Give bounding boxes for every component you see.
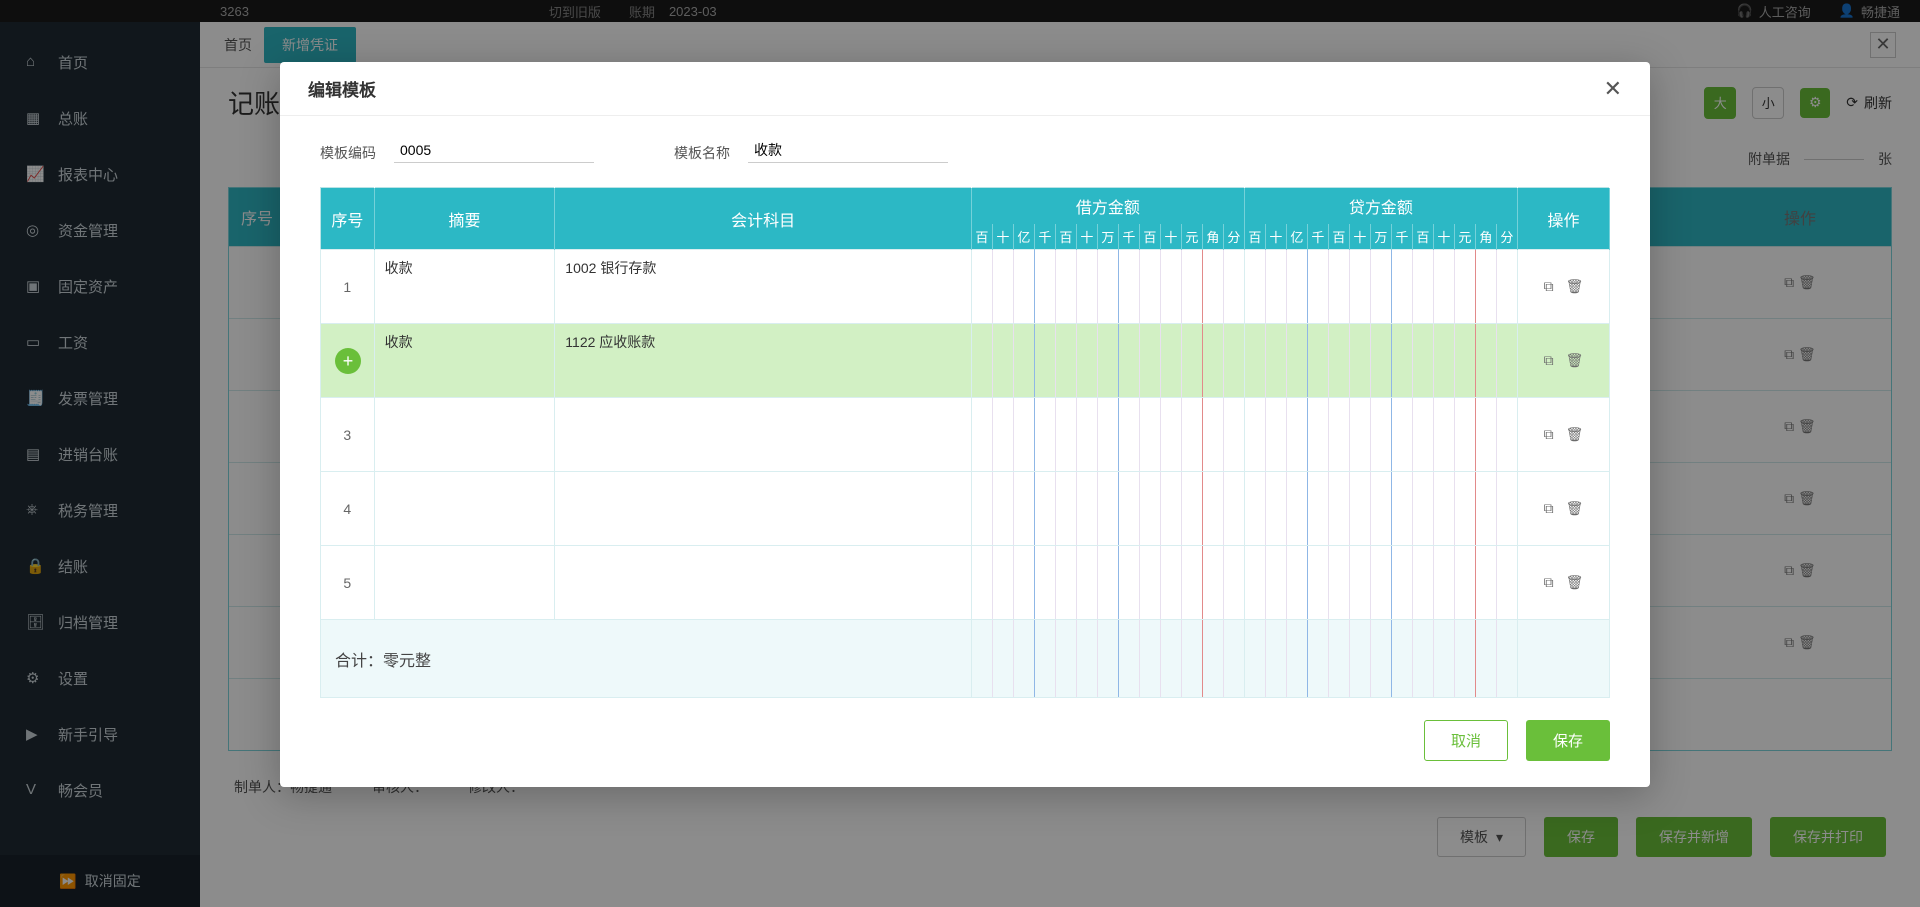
delete-row-icon[interactable]: 🗑 bbox=[1566, 574, 1584, 591]
digit-header: 百 bbox=[971, 224, 992, 250]
digit-header: 千 bbox=[1391, 224, 1412, 250]
copy-row-icon[interactable]: ⧉ bbox=[1544, 426, 1554, 443]
copy-row-icon[interactable]: ⧉ bbox=[1544, 574, 1554, 591]
digit-header: 万 bbox=[1097, 224, 1118, 250]
amount-cell[interactable] bbox=[1244, 398, 1517, 472]
total-label: 合计：零元整 bbox=[321, 620, 972, 698]
digit-header: 元 bbox=[1454, 224, 1475, 250]
digit-header: 千 bbox=[1118, 224, 1139, 250]
delete-row-icon[interactable]: 🗑 bbox=[1566, 426, 1584, 443]
template-form: 模板编码 模板名称 bbox=[320, 138, 1610, 163]
digit-header: 十 bbox=[1076, 224, 1097, 250]
row-index: 1 bbox=[321, 250, 375, 324]
delete-row-icon[interactable]: 🗑 bbox=[1566, 500, 1584, 517]
digit-header: 十 bbox=[1160, 224, 1181, 250]
edit-template-modal: 编辑模板 ✕ 模板编码 模板名称 序号 摘要 会计科目 借方金额 贷方金额 bbox=[280, 62, 1650, 787]
copy-row-icon[interactable]: ⧉ bbox=[1544, 500, 1554, 517]
digit-header: 十 bbox=[992, 224, 1013, 250]
total-row: 合计：零元整 bbox=[321, 620, 1610, 698]
digit-header: 百 bbox=[1328, 224, 1349, 250]
modal-header: 编辑模板 ✕ bbox=[280, 62, 1650, 116]
amount-cell[interactable] bbox=[971, 472, 1244, 546]
amount-cell[interactable] bbox=[1244, 250, 1517, 324]
digit-header: 角 bbox=[1475, 224, 1496, 250]
hdr-credit: 贷方金额 bbox=[1244, 188, 1517, 225]
amount-cell[interactable] bbox=[1244, 620, 1517, 698]
digit-header: 亿 bbox=[1013, 224, 1034, 250]
total-ops bbox=[1517, 620, 1609, 698]
amount-cell[interactable] bbox=[971, 546, 1244, 620]
amount-cell[interactable] bbox=[971, 250, 1244, 324]
hdr-ops: 操作 bbox=[1517, 188, 1609, 250]
digit-header: 百 bbox=[1412, 224, 1433, 250]
account-cell[interactable] bbox=[555, 472, 972, 546]
hdr-summary: 摘要 bbox=[374, 188, 555, 250]
row-index: 5 bbox=[321, 546, 375, 620]
digit-header: 千 bbox=[1034, 224, 1055, 250]
cancel-button[interactable]: 取消 bbox=[1424, 720, 1508, 761]
row-ops: ⧉🗑 bbox=[1517, 250, 1609, 324]
template-code-label: 模板编码 bbox=[320, 143, 376, 163]
amount-cell[interactable] bbox=[1244, 546, 1517, 620]
digit-header: 分 bbox=[1496, 224, 1517, 250]
row-ops: ⧉🗑 bbox=[1517, 324, 1609, 398]
account-cell[interactable]: 1002 银行存款 bbox=[555, 250, 972, 324]
digit-header: 元 bbox=[1181, 224, 1202, 250]
row-index: 4 bbox=[321, 472, 375, 546]
digit-header: 百 bbox=[1244, 224, 1265, 250]
digit-header: 十 bbox=[1349, 224, 1370, 250]
digit-header: 亿 bbox=[1286, 224, 1307, 250]
row-ops: ⧉🗑 bbox=[1517, 546, 1609, 620]
row-index: 3 bbox=[321, 398, 375, 472]
digit-header: 万 bbox=[1370, 224, 1391, 250]
digit-header: 百 bbox=[1139, 224, 1160, 250]
amount-cell[interactable] bbox=[1244, 472, 1517, 546]
digit-header: 分 bbox=[1223, 224, 1244, 250]
save-button[interactable]: 保存 bbox=[1526, 720, 1610, 761]
grid-row[interactable]: 5⧉🗑 bbox=[321, 546, 1610, 620]
digit-header: 十 bbox=[1433, 224, 1454, 250]
amount-cell[interactable] bbox=[971, 324, 1244, 398]
amount-cell[interactable] bbox=[1244, 324, 1517, 398]
row-ops: ⧉🗑 bbox=[1517, 472, 1609, 546]
summary-cell[interactable]: 收款 bbox=[374, 324, 555, 398]
modal-footer: 取消 保存 bbox=[280, 706, 1650, 787]
digit-header: 千 bbox=[1307, 224, 1328, 250]
summary-cell[interactable] bbox=[374, 398, 555, 472]
template-grid: 序号 摘要 会计科目 借方金额 贷方金额 操作 百十亿千百十万千百十元角分百十亿… bbox=[320, 187, 1610, 698]
delete-row-icon[interactable]: 🗑 bbox=[1566, 352, 1584, 369]
digit-header: 百 bbox=[1055, 224, 1076, 250]
account-cell[interactable] bbox=[555, 546, 972, 620]
row-ops: ⧉🗑 bbox=[1517, 398, 1609, 472]
template-name-label: 模板名称 bbox=[674, 143, 730, 163]
modal-close-button[interactable]: ✕ bbox=[1604, 76, 1622, 102]
grid-row[interactable]: 1收款1002 银行存款⧉🗑 bbox=[321, 250, 1610, 324]
summary-cell[interactable] bbox=[374, 546, 555, 620]
delete-row-icon[interactable]: 🗑 bbox=[1566, 278, 1584, 295]
row-index: + bbox=[321, 324, 375, 398]
amount-cell[interactable] bbox=[971, 620, 1244, 698]
copy-row-icon[interactable]: ⧉ bbox=[1544, 352, 1554, 369]
modal-title: 编辑模板 bbox=[308, 76, 376, 101]
grid-row[interactable]: 4⧉🗑 bbox=[321, 472, 1610, 546]
hdr-account: 会计科目 bbox=[555, 188, 972, 250]
account-cell[interactable]: 1122 应收账款 bbox=[555, 324, 972, 398]
grid-row[interactable]: +收款1122 应收账款⧉🗑 bbox=[321, 324, 1610, 398]
add-row-button[interactable]: + bbox=[335, 348, 361, 374]
digit-header: 十 bbox=[1265, 224, 1286, 250]
account-cell[interactable] bbox=[555, 398, 972, 472]
amount-cell[interactable] bbox=[971, 398, 1244, 472]
template-name-input[interactable] bbox=[748, 138, 948, 163]
template-code-input[interactable] bbox=[394, 138, 594, 163]
copy-row-icon[interactable]: ⧉ bbox=[1544, 278, 1554, 295]
hdr-debit: 借方金额 bbox=[971, 188, 1244, 225]
hdr-idx: 序号 bbox=[321, 188, 375, 250]
summary-cell[interactable]: 收款 bbox=[374, 250, 555, 324]
grid-row[interactable]: 3⧉🗑 bbox=[321, 398, 1610, 472]
digit-header: 角 bbox=[1202, 224, 1223, 250]
summary-cell[interactable] bbox=[374, 472, 555, 546]
